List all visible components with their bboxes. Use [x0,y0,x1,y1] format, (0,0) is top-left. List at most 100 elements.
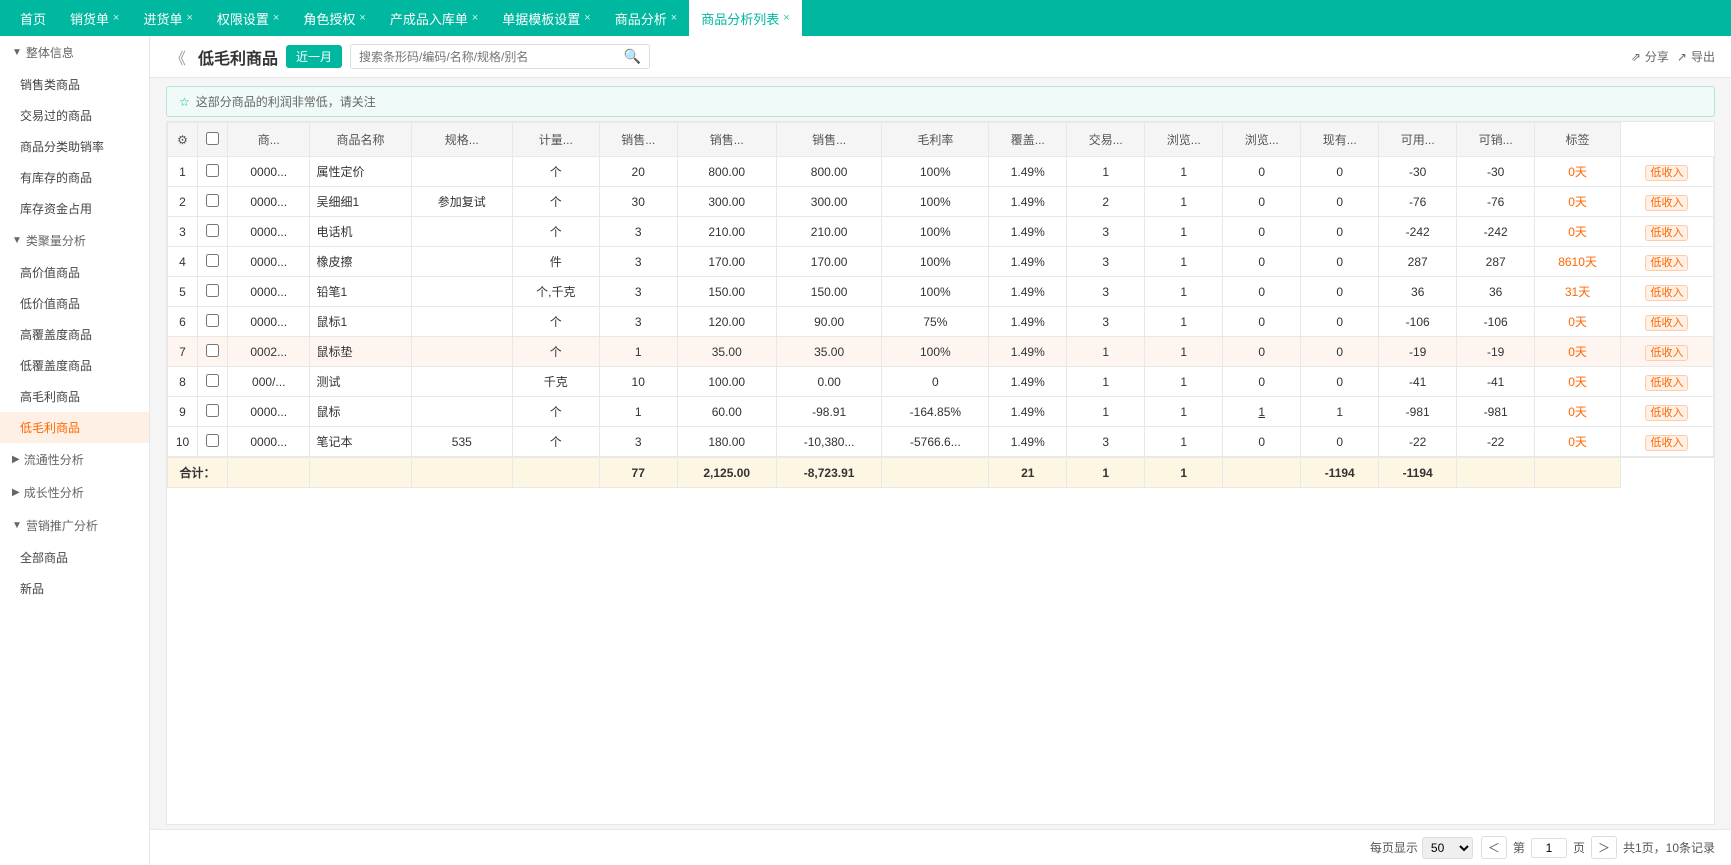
sidebar-item-high-value[interactable]: 高价值商品 [0,257,149,288]
row-checkbox[interactable] [198,187,228,217]
nav-template-close[interactable]: × [584,12,590,24]
per-page-select[interactable]: 50 100 200 [1422,837,1473,859]
sidebar-item-sales-products[interactable]: 销售类商品 [0,69,149,100]
sidebar-item-high-coverage[interactable]: 高覆盖度商品 [0,319,149,350]
nav-roles-close[interactable]: × [359,12,365,24]
col-browse1-header: 浏览... [1145,123,1223,157]
row-margin: 1.49% [989,427,1067,458]
next-page-btn[interactable]: ＞ [1591,836,1617,859]
sidebar-item-in-stock[interactable]: 有库存的商品 [0,162,149,193]
row-browse1: 0 [1223,337,1301,367]
sidebar-item-low-margin[interactable]: 低毛利商品 [0,412,149,443]
sidebar-item-category-assist[interactable]: 商品分类助销率 [0,131,149,162]
nav-template[interactable]: 单据模板设置 × [490,0,602,36]
export-btn[interactable]: ↗ 导出 [1677,48,1715,65]
data-table-container[interactable]: ⚙ 商... 商品名称 规格... 计量... 销售... 销售... 销售..… [166,121,1715,825]
row-checkbox[interactable] [198,427,228,458]
nav-sales[interactable]: 销货单 × [58,0,131,36]
row-coverage: 3 [1067,217,1145,247]
row-select-checkbox[interactable] [206,374,219,387]
total-empty4 [512,457,599,488]
row-select-checkbox[interactable] [206,344,219,357]
total-trade: 1 [1067,457,1145,488]
nav-analysis-close[interactable]: × [671,12,677,24]
collapse-sidebar-btn[interactable]: 《 [166,45,190,69]
sidebar-section-liquidity[interactable]: ▶ 流通性分析 [0,443,149,476]
sidebar-item-traded[interactable]: 交易过的商品 [0,100,149,131]
sidebar-item-capital[interactable]: 库存资金占用 [0,193,149,224]
nav-purchase-close[interactable]: × [186,12,192,24]
table-row: 4 0000... 橡皮擦 件 3 170.00 170.00 100% 1.4… [168,247,1714,277]
data-table: ⚙ 商... 商品名称 规格... 计量... 销售... 销售... 销售..… [167,122,1714,488]
sidebar-item-all-products[interactable]: 全部商品 [0,542,149,573]
prev-page-btn[interactable]: ＜ [1481,836,1507,859]
row-select-checkbox[interactable] [206,314,219,327]
warning-text: 这部分商品的利润非常低，请关注 [196,93,376,110]
row-price: 150.00 [677,277,776,307]
sidebar-item-new-products[interactable]: 新品 [0,573,149,604]
row-browse2: 0 [1301,367,1379,397]
row-checkbox[interactable] [198,277,228,307]
row-avail: -19 [1457,337,1535,367]
row-browse1[interactable]: 1 [1223,397,1301,427]
select-all-checkbox[interactable] [206,132,219,145]
nav-purchase[interactable]: 进货单 × [131,0,204,36]
per-page-label: 每页显示 [1370,839,1418,856]
row-checkbox[interactable] [198,157,228,187]
sidebar-item-low-value[interactable]: 低价值商品 [0,288,149,319]
nav-analysis-list[interactable]: 商品分析列表 × [689,0,801,36]
row-num: 8 [168,367,198,397]
row-select-checkbox[interactable] [206,164,219,177]
row-num: 10 [168,427,198,458]
sidebar-section-overview[interactable]: ▼ 整体信息 [0,36,149,69]
row-checkbox[interactable] [198,367,228,397]
sidebar-item-high-margin[interactable]: 高毛利商品 [0,381,149,412]
row-select-checkbox[interactable] [206,194,219,207]
row-select-checkbox[interactable] [206,224,219,237]
row-spec [411,307,512,337]
page-number-input[interactable] [1531,838,1567,858]
nav-analysis-list-close[interactable]: × [783,12,789,24]
row-checkbox[interactable] [198,217,228,247]
row-amount: -10,380... [776,427,882,458]
sidebar-section-marketing[interactable]: ▼ 营销推广分析 [0,509,149,542]
tag-badge: 低收入 [1645,165,1688,181]
nav-permissions[interactable]: 权限设置 × [205,0,291,36]
sidebar-section-cluster[interactable]: ▼ 类聚量分析 [0,224,149,257]
nav-sales-close[interactable]: × [113,12,119,24]
tag-badge: 低收入 [1645,405,1688,421]
export-icon: ↗ [1677,50,1687,64]
search-input[interactable] [359,50,624,64]
row-name: 铅笔1 [310,277,411,307]
sidebar-section-growth[interactable]: ▶ 成长性分析 [0,476,149,509]
nav-roles[interactable]: 角色授权 × [291,0,377,36]
row-code: 0000... [228,307,310,337]
row-checkbox[interactable] [198,337,228,367]
row-saleable: 0天 [1535,367,1621,397]
row-spec [411,337,512,367]
col-trade-header: 交易... [1067,123,1145,157]
nav-analysis[interactable]: 商品分析 × [603,0,689,36]
row-select-checkbox[interactable] [206,404,219,417]
nav-production-close[interactable]: × [472,12,478,24]
row-coverage: 3 [1067,307,1145,337]
sidebar-item-low-coverage[interactable]: 低覆盖度商品 [0,350,149,381]
row-select-checkbox[interactable] [206,434,219,447]
row-checkbox[interactable] [198,307,228,337]
nav-production[interactable]: 产成品入库单 × [378,0,490,36]
share-btn[interactable]: ⇗ 分享 [1631,48,1669,65]
nav-permissions-close[interactable]: × [273,12,279,24]
row-select-checkbox[interactable] [206,254,219,267]
row-select-checkbox[interactable] [206,284,219,297]
row-margin: 1.49% [989,277,1067,307]
row-checkbox[interactable] [198,397,228,427]
row-trade: 1 [1145,187,1223,217]
col-stock-header: 现有... [1301,123,1379,157]
row-checkbox[interactable] [198,247,228,277]
row-saleable: 0天 [1535,337,1621,367]
date-filter-btn[interactable]: 近一月 [286,45,342,68]
col-checkbox[interactable] [198,123,228,157]
col-settings[interactable]: ⚙ [168,123,198,157]
warning-banner: ☆ 这部分商品的利润非常低，请关注 [166,86,1715,117]
nav-home[interactable]: 首页 [8,0,58,36]
